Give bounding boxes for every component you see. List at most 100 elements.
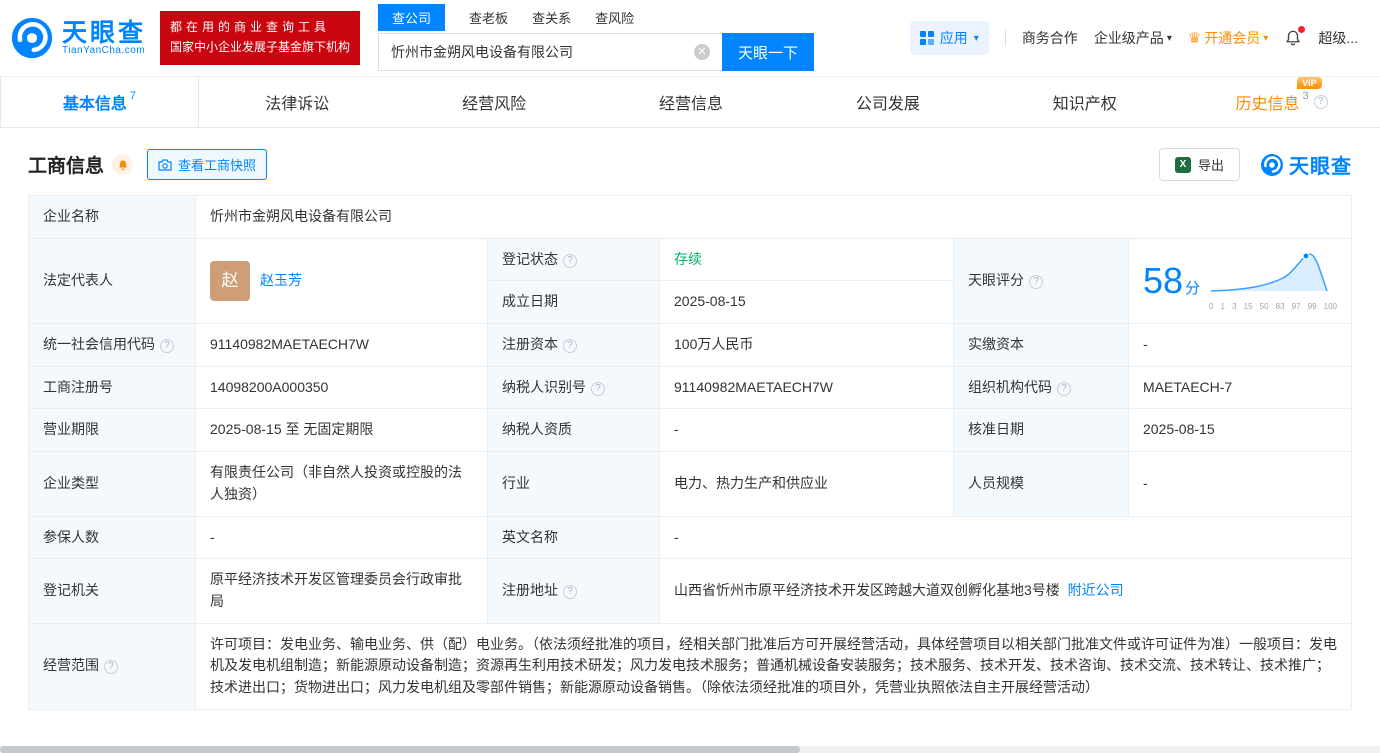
score-distribution-chart: 0131550839799100 (1209, 249, 1337, 313)
banner-line2: 国家中小企业发展子基金旗下机构 (170, 38, 350, 58)
table-row: 营业期限 2025-08-15 至 无固定期限 纳税人资质 - 核准日期 202… (29, 409, 1352, 452)
field-value-business-scope: 许可项目：发电业务、输电业务、供（配）电业务。（依法须经批准的项目，经相关部门批… (196, 623, 1352, 709)
field-label-legal-representative: 法定代表人 (29, 238, 196, 323)
tab-intellectual-property-label: 知识产权 (1053, 90, 1117, 114)
field-value-registered-capital: 100万人民币 (660, 324, 954, 367)
tab-legal-proceedings[interactable]: 法律诉讼 (199, 77, 396, 127)
field-value-approval-date: 2025-08-15 (1129, 409, 1352, 452)
field-label-taxpayer-quality: 纳税人资质 (488, 409, 660, 452)
nearby-companies-link[interactable]: 附近公司 (1068, 582, 1124, 598)
help-icon[interactable] (1029, 275, 1043, 289)
tab-legal-proceedings-label: 法律诉讼 (265, 90, 329, 114)
business-info-table: 企业名称 忻州市金朔风电设备有限公司 法定代表人 赵 赵玉芳 登记状态 存续 天… (28, 195, 1352, 710)
legal-representative-link[interactable]: 赵玉芳 (260, 270, 302, 292)
apps-menu-button[interactable]: 应用 ▾ (910, 21, 989, 55)
logo-title: 天眼查 (62, 20, 146, 46)
search-box: ✕ 天眼一下 (378, 33, 814, 71)
search-input[interactable] (378, 33, 722, 71)
tab-operation-risk[interactable]: 经营风险 (396, 77, 593, 127)
help-icon[interactable] (1314, 95, 1328, 109)
field-value-registration-authority: 原平经济技术开发区管理委员会行政审批局 (196, 559, 488, 623)
table-row: 统一社会信用代码 91140982MAETAECH7W 注册资本 100万人民币… (29, 324, 1352, 367)
tab-history-info-count: 3 (1303, 90, 1309, 102)
tab-operation-info[interactable]: 经营信息 (593, 77, 790, 127)
help-icon[interactable] (104, 660, 118, 674)
help-icon[interactable] (1057, 382, 1071, 396)
bell-icon (117, 159, 129, 171)
notification-dot (1298, 26, 1305, 33)
main-content: 工商信息 查看工商快照 导出 (0, 148, 1380, 710)
field-label-tianyan-score: 天眼评分 (954, 238, 1129, 323)
subscribe-bell-button[interactable] (112, 154, 133, 175)
field-label-industry: 行业 (488, 452, 660, 516)
export-button[interactable]: 导出 (1159, 148, 1240, 181)
crown-icon: ♛ (1188, 29, 1201, 47)
field-label-registration-status: 登记状态 (488, 238, 660, 281)
field-value-tianyan-score: 58分 0131550839799100 (1129, 238, 1352, 323)
tab-operation-risk-label: 经营风险 (462, 90, 526, 114)
notifications-bell-button[interactable] (1284, 29, 1302, 47)
search-button[interactable]: 天眼一下 (722, 33, 814, 71)
help-icon[interactable] (563, 585, 577, 599)
field-value-registration-number: 14098200A000350 (196, 366, 488, 409)
search-tab-relation[interactable]: 查关系 (532, 8, 571, 27)
tab-history-info[interactable]: 历史信息 3 VIP (1183, 77, 1380, 127)
table-row: 登记机关 原平经济技术开发区管理委员会行政审批局 注册地址 山西省忻州市原平经济… (29, 559, 1352, 623)
field-label-taxpayer-id: 纳税人识别号 (488, 366, 660, 409)
field-value-business-term: 2025-08-15 至 无固定期限 (196, 409, 488, 452)
search-tab-risk[interactable]: 查风险 (595, 8, 634, 27)
tianyancha-logo[interactable]: 天眼查 TianYanCha.com (10, 16, 146, 60)
promo-banner: 都在用的商业查询工具 国家中小企业发展子基金旗下机构 (160, 11, 360, 65)
search-tab-boss[interactable]: 查老板 (469, 8, 508, 27)
field-label-staff-size: 人员规模 (954, 452, 1129, 516)
field-value-paid-capital: - (1129, 324, 1352, 367)
help-icon[interactable] (563, 254, 577, 268)
field-label-paid-capital: 实缴资本 (954, 324, 1129, 367)
field-value-registered-address: 山西省忻州市原平经济技术开发区跨越大道双创孵化基地3号楼 附近公司 (660, 559, 1352, 623)
field-label-company-name: 企业名称 (29, 196, 196, 239)
field-value-staff-size: - (1129, 452, 1352, 516)
help-icon[interactable] (160, 339, 174, 353)
tab-basic-info[interactable]: 基本信息 7 (0, 77, 199, 127)
table-row: 参保人数 - 英文名称 - (29, 516, 1352, 559)
score-value: 58 (1143, 260, 1183, 301)
chevron-down-icon: ▾ (1263, 33, 1268, 44)
field-label-company-type: 企业类型 (29, 452, 196, 516)
tab-company-development[interactable]: 公司发展 (789, 77, 986, 127)
table-row: 法定代表人 赵 赵玉芳 登记状态 存续 天眼评分 58分 (29, 238, 1352, 281)
score-axis-labels: 0131550839799100 (1209, 301, 1337, 313)
help-icon[interactable] (563, 339, 577, 353)
help-icon[interactable] (591, 382, 605, 396)
field-label-registration-number: 工商注册号 (29, 366, 196, 409)
logo-domain: TianYanCha.com (62, 46, 146, 57)
tab-intellectual-property[interactable]: 知识产权 (986, 77, 1183, 127)
field-value-company-name: 忻州市金朔风电设备有限公司 (196, 196, 1352, 239)
horizontal-scrollbar[interactable] (0, 746, 1380, 753)
field-label-registration-authority: 登记机关 (29, 559, 196, 623)
nav-super-member[interactable]: 超级... (1318, 28, 1358, 48)
search-tabs: 查公司 查老板 查关系 查风险 (378, 5, 814, 30)
search-tab-company[interactable]: 查公司 (378, 4, 445, 31)
table-row: 企业类型 有限责任公司（非自然人投资或控股的法人独资） 行业 电力、热力生产和供… (29, 452, 1352, 516)
company-section-tabbar: 基本信息 7 法律诉讼 经营风险 经营信息 公司发展 知识产权 历史信息 3 V… (0, 76, 1380, 128)
field-value-english-name: - (660, 516, 1352, 559)
field-label-business-term: 营业期限 (29, 409, 196, 452)
nav-business-cooperation[interactable]: 商务合作 (1022, 28, 1078, 48)
field-value-company-type: 有限责任公司（非自然人投资或控股的法人独资） (196, 452, 488, 516)
field-label-business-scope: 经营范围 (29, 623, 196, 709)
field-label-org-code: 组织机构代码 (954, 366, 1129, 409)
tianyancha-logo-icon (1260, 153, 1284, 177)
score-unit: 分 (1185, 280, 1200, 297)
clear-search-icon[interactable]: ✕ (694, 44, 710, 60)
page-header: 天眼查 TianYanCha.com 都在用的商业查询工具 国家中小企业发展子基… (0, 0, 1380, 76)
nav-enterprise-products[interactable]: 企业级产品 ▾ (1094, 28, 1172, 48)
nav-open-membership[interactable]: ♛ 开通会员 ▾ (1188, 28, 1268, 48)
table-row: 企业名称 忻州市金朔风电设备有限公司 (29, 196, 1352, 239)
scrollbar-thumb[interactable] (0, 746, 800, 753)
tab-history-info-label: 历史信息 (1236, 90, 1300, 114)
table-row: 经营范围 许可项目：发电业务、输电业务、供（配）电业务。（依法须经批准的项目，经… (29, 623, 1352, 709)
legal-representative-avatar[interactable]: 赵 (210, 261, 250, 301)
apps-menu-label: 应用 (940, 28, 968, 48)
view-snapshot-button[interactable]: 查看工商快照 (147, 149, 267, 180)
watermark-label: 天眼查 (1289, 150, 1352, 179)
